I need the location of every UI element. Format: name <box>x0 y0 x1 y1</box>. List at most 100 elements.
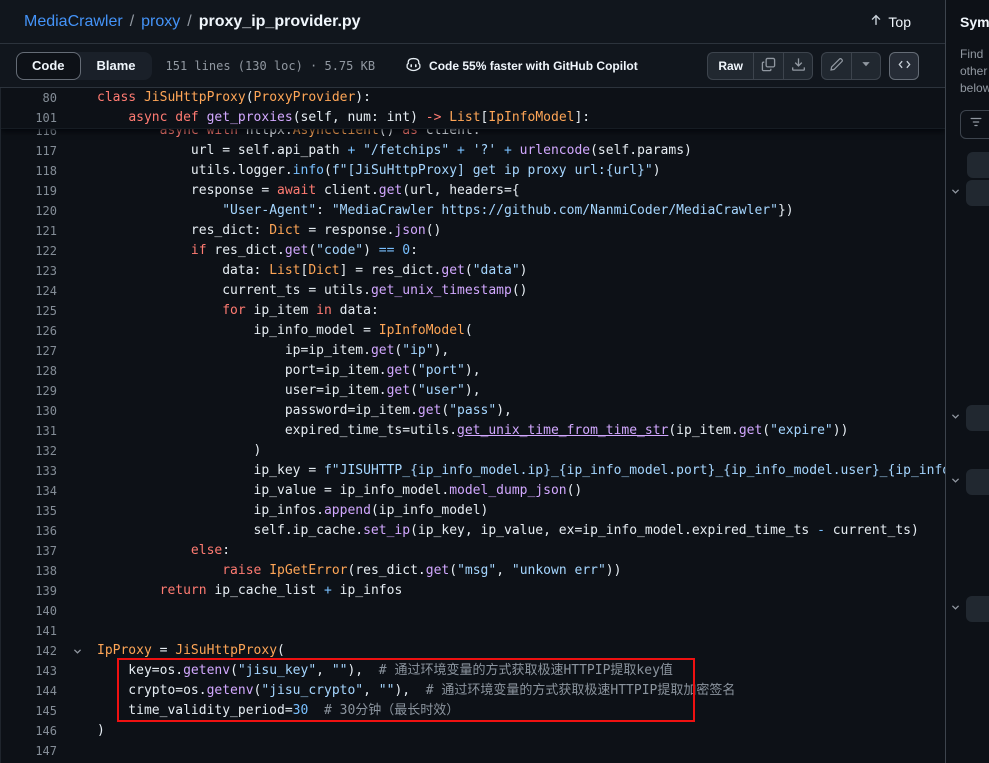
code-line-text: ip=ip_item.get("ip"), <box>97 341 449 361</box>
code-line: 126 ip_info_model = IpInfoModel( <box>1 321 945 341</box>
symbol-list-item[interactable] <box>950 596 989 622</box>
back-to-top-link[interactable]: Top <box>869 13 911 30</box>
download-button[interactable] <box>783 52 813 80</box>
symbol-list-item[interactable] <box>950 180 989 206</box>
line-number[interactable]: 136 <box>1 521 57 541</box>
back-to-top-label: Top <box>888 14 911 30</box>
line-number[interactable]: 130 <box>1 401 57 421</box>
fold-chevron-icon[interactable] <box>57 641 97 661</box>
line-number[interactable]: 134 <box>1 481 57 501</box>
breadcrumb-repo-link[interactable]: MediaCrawler <box>24 13 123 31</box>
code-symbols-icon <box>897 57 912 75</box>
fold-gutter <box>57 461 97 481</box>
line-number[interactable]: 120 <box>1 201 57 221</box>
breadcrumb-separator: / <box>187 13 191 31</box>
fold-gutter <box>57 401 97 421</box>
breadcrumb-folder-link[interactable]: proxy <box>141 13 180 31</box>
line-number[interactable]: 121 <box>1 221 57 241</box>
code-line: 143 key=os.getenv("jisu_key", ""), # 通过环… <box>1 661 945 681</box>
code-line-text: ip_key = f"JISUHTTP_{ip_info_model.ip}_{… <box>97 461 945 481</box>
fold-gutter <box>57 721 97 741</box>
line-number[interactable]: 141 <box>1 621 57 641</box>
line-number[interactable]: 137 <box>1 541 57 561</box>
code-line: 119 response = await client.get(url, hea… <box>1 181 945 201</box>
code-line: 145 time_validity_period=30 # 30分钟（最长时效） <box>1 701 945 721</box>
line-number[interactable]: 138 <box>1 561 57 581</box>
tab-blame[interactable]: Blame <box>81 52 152 80</box>
line-number[interactable]: 144 <box>1 681 57 701</box>
line-number[interactable]: 133 <box>1 461 57 481</box>
code-blame-switch: Code Blame <box>16 52 152 80</box>
breadcrumb-separator: / <box>130 13 134 31</box>
line-number[interactable]: 143 <box>1 661 57 681</box>
fold-gutter <box>57 108 97 128</box>
line-number[interactable]: 125 <box>1 301 57 321</box>
fold-gutter <box>57 561 97 581</box>
code-line-text: async def get_proxies(self, num: int) ->… <box>97 108 590 128</box>
line-number[interactable]: 131 <box>1 421 57 441</box>
line-number[interactable]: 117 <box>1 141 57 161</box>
fold-gutter <box>57 481 97 501</box>
tab-code[interactable]: Code <box>16 52 81 80</box>
line-number[interactable]: 129 <box>1 381 57 401</box>
line-number[interactable]: 127 <box>1 341 57 361</box>
line-number[interactable]: 145 <box>1 701 57 721</box>
edit-button[interactable] <box>821 52 851 80</box>
chevron-down-icon <box>950 473 961 491</box>
symbols-filter-input[interactable] <box>960 110 989 139</box>
clipped-line: 116 async with httpx.AsyncClient() as cl… <box>1 129 945 141</box>
line-number[interactable]: 139 <box>1 581 57 601</box>
code-line-text: ip_value = ip_info_model.model_dump_json… <box>97 481 582 501</box>
fold-gutter <box>57 341 97 361</box>
line-number[interactable]: 135 <box>1 501 57 521</box>
line-number[interactable]: 122 <box>1 241 57 261</box>
fold-gutter <box>57 281 97 301</box>
code-line-text: ) <box>97 721 105 741</box>
code-line: 128 port=ip_item.get("port"), <box>1 361 945 381</box>
code-line-text: user=ip_item.get("user"), <box>97 381 481 401</box>
line-number[interactable]: 146 <box>1 721 57 741</box>
line-number[interactable]: 80 <box>1 88 57 108</box>
code-line: 129 user=ip_item.get("user"), <box>1 381 945 401</box>
line-number[interactable]: 101 <box>1 108 57 128</box>
line-number[interactable]: 123 <box>1 261 57 281</box>
code-line: 120 "User-Agent": "MediaCrawler https://… <box>1 201 945 221</box>
symbols-panel: Symbols Find other below <box>945 0 989 763</box>
code-editor: 80 class JiSuHttpProxy(ProxyProvider): 101… <box>0 88 945 763</box>
line-number[interactable]: 116 <box>1 129 57 141</box>
fold-gutter <box>57 521 97 541</box>
line-number[interactable]: 140 <box>1 601 57 621</box>
line-number[interactable]: 119 <box>1 181 57 201</box>
code-line-text: class JiSuHttpProxy(ProxyProvider): <box>97 88 371 108</box>
line-number[interactable]: 128 <box>1 361 57 381</box>
symbol-list-item[interactable] <box>950 469 989 495</box>
code-line: 130 password=ip_item.get("pass"), <box>1 401 945 421</box>
sticky-lines: 80 class JiSuHttpProxy(ProxyProvider): 101… <box>1 88 945 129</box>
raw-button[interactable]: Raw <box>707 52 753 80</box>
code-line-text: for ip_item in data: <box>97 301 379 321</box>
line-number[interactable]: 126 <box>1 321 57 341</box>
code-line-text: return ip_cache_list + ip_infos <box>97 581 402 601</box>
symbols-toggle-button[interactable] <box>889 52 919 80</box>
code-line: 116 async with httpx.AsyncClient() as cl… <box>1 129 945 141</box>
line-number[interactable]: 142 <box>1 641 57 661</box>
line-number[interactable]: 147 <box>1 741 57 761</box>
line-number[interactable]: 124 <box>1 281 57 301</box>
line-number[interactable]: 118 <box>1 161 57 181</box>
fold-gutter <box>57 261 97 281</box>
code-line: 132 ) <box>1 441 945 461</box>
code-line: 127 ip=ip_item.get("ip"), <box>1 341 945 361</box>
symbol-list-item[interactable] <box>950 405 989 431</box>
copy-button[interactable] <box>753 52 783 80</box>
code-line: 80 class JiSuHttpProxy(ProxyProvider): <box>1 88 945 108</box>
code-line-text: "User-Agent": "MediaCrawler https://gith… <box>97 201 794 221</box>
edit-button-group <box>821 52 881 80</box>
fold-gutter <box>57 361 97 381</box>
code-line-text: response = await client.get(url, headers… <box>97 181 520 201</box>
edit-dropdown-button[interactable] <box>851 52 881 80</box>
line-number[interactable]: 132 <box>1 441 57 461</box>
fold-gutter <box>57 581 97 601</box>
symbol-list-item[interactable] <box>967 152 989 178</box>
code-line-text: self.ip_cache.set_ip(ip_key, ip_value, e… <box>97 521 919 541</box>
symbols-heading: Symbols <box>960 14 989 30</box>
